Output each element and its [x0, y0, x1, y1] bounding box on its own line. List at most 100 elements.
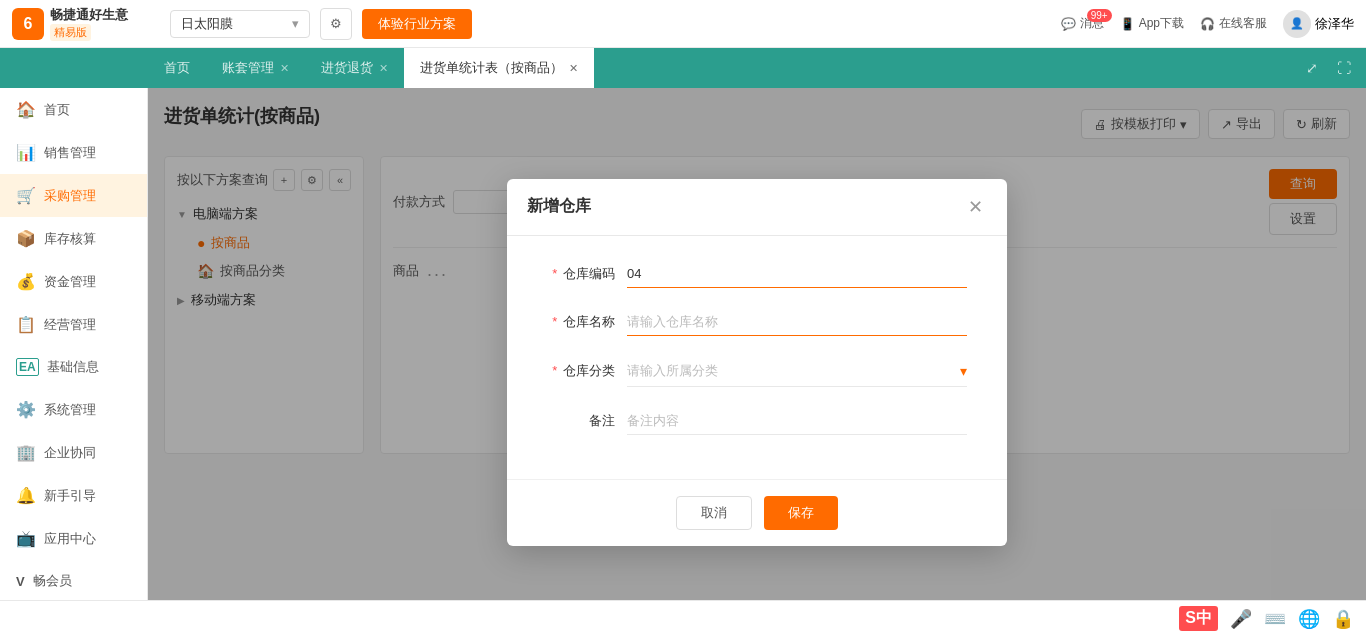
finance-icon: 💰	[16, 272, 36, 291]
keyboard-icon[interactable]: ⌨️	[1264, 608, 1286, 630]
tab-bar: 首页 账套管理 ✕ 进货退货 ✕ 进货单统计表（按商品） ✕ ⤢ ⛶	[0, 48, 1366, 88]
sales-icon: 📊	[16, 143, 36, 162]
online-service-label: 在线客服	[1219, 15, 1267, 32]
sidebar-item-app-center[interactable]: 📺 应用中心	[0, 517, 147, 560]
dialog-footer: 取消 保存	[507, 479, 1007, 546]
chevron-down-icon: ▾	[292, 16, 299, 31]
code-input[interactable]	[627, 260, 967, 288]
tab-purchase-return[interactable]: 进货退货 ✕	[305, 48, 404, 88]
dialog-close-button[interactable]: ✕	[963, 195, 987, 219]
message-icon: 💬	[1061, 17, 1076, 31]
sidebar-item-management[interactable]: 📋 经营管理	[0, 303, 147, 346]
dialog-header: 新增仓库 ✕	[507, 179, 1007, 236]
sidebar-item-vip[interactable]: V 畅会员	[0, 560, 147, 602]
category-select[interactable]: 请输入所属分类 ▾	[627, 356, 967, 387]
sidebar-label-basic-info: 基础信息	[47, 358, 99, 376]
mobile-icon: 📱	[1120, 17, 1135, 31]
tab-right-buttons: ⤢ ⛶	[1298, 54, 1366, 82]
logo-area: 6 畅捷通好生意 精易版	[12, 6, 160, 41]
store-selector[interactable]: 日太阳膜 ▾	[170, 10, 310, 38]
sidebar-label-vip: 畅会员	[33, 572, 72, 590]
basic-info-icon: EA	[16, 358, 39, 376]
headset-icon: 🎧	[1200, 17, 1215, 31]
app-download-item[interactable]: 📱 App下载	[1120, 15, 1184, 32]
sidebar-label-home: 首页	[44, 101, 70, 119]
logo-text: 畅捷通好生意 精易版	[50, 6, 128, 41]
microphone-icon[interactable]: 🎤	[1230, 608, 1252, 630]
guide-icon: 🔔	[16, 486, 36, 505]
category-label: 仓库分类	[547, 362, 627, 380]
code-label: 仓库编码	[547, 265, 627, 283]
category-arrow-icon: ▾	[960, 363, 967, 379]
bottom-bar: S中 🎤 ⌨️ 🌐 🔒	[0, 600, 1366, 636]
tab-restore-icon[interactable]: ⤢	[1298, 54, 1326, 82]
name-input[interactable]	[627, 308, 967, 336]
cancel-button[interactable]: 取消	[676, 496, 752, 530]
user-name: 徐泽华	[1315, 15, 1354, 33]
tab-purchase-stats[interactable]: 进货单统计表（按商品） ✕	[404, 48, 594, 88]
notifications-item[interactable]: 💬 消息 99+	[1061, 15, 1104, 32]
main-layout: 🏠 首页 📊 销售管理 🛒 采购管理 📦 库存核算 💰 资金管理 📋 经营管理 …	[0, 88, 1366, 636]
sidebar: 🏠 首页 📊 销售管理 🛒 采购管理 📦 库存核算 💰 资金管理 📋 经营管理 …	[0, 88, 148, 636]
name-label: 仓库名称	[547, 313, 627, 331]
sidebar-label-inventory: 库存核算	[44, 230, 96, 248]
remark-input[interactable]	[627, 407, 967, 435]
remark-label: 备注	[547, 412, 627, 430]
system-icon: ⚙️	[16, 400, 36, 419]
sidebar-label-guide: 新手引导	[44, 487, 96, 505]
store-name: 日太阳膜	[181, 15, 233, 33]
save-button[interactable]: 保存	[764, 496, 838, 530]
tab-account-close[interactable]: ✕	[280, 62, 289, 75]
tab-account[interactable]: 账套管理 ✕	[206, 48, 305, 88]
sidebar-item-finance[interactable]: 💰 资金管理	[0, 260, 147, 303]
form-row-remark: 备注	[547, 407, 967, 435]
tab-fullscreen-icon[interactable]: ⛶	[1330, 54, 1358, 82]
dialog-title: 新增仓库	[527, 196, 591, 217]
user-avatar: 👤	[1283, 10, 1311, 38]
s-icon[interactable]: S中	[1179, 606, 1218, 631]
tab-purchase-return-close[interactable]: ✕	[379, 62, 388, 75]
language-icon[interactable]: 🌐	[1298, 608, 1320, 630]
sidebar-item-sales[interactable]: 📊 销售管理	[0, 131, 147, 174]
sidebar-item-inventory[interactable]: 📦 库存核算	[0, 217, 147, 260]
online-service-item[interactable]: 🎧 在线客服	[1200, 15, 1267, 32]
tab-account-label: 账套管理	[222, 59, 274, 77]
tab-purchase-stats-label: 进货单统计表（按商品）	[420, 59, 563, 77]
tab-purchase-stats-close[interactable]: ✕	[569, 62, 578, 75]
modal-overlay: 新增仓库 ✕ 仓库编码 仓库名称	[148, 88, 1366, 636]
management-icon: 📋	[16, 315, 36, 334]
header-right: 💬 消息 99+ 📱 App下载 🎧 在线客服 👤 徐泽华	[1061, 10, 1354, 38]
inventory-icon: 📦	[16, 229, 36, 248]
vip-icon: V	[16, 574, 25, 589]
sidebar-item-guide[interactable]: 🔔 新手引导	[0, 474, 147, 517]
top-header: 6 畅捷通好生意 精易版 日太阳膜 ▾ ⚙ 体验行业方案 💬 消息 99+ 📱 …	[0, 0, 1366, 48]
tab-purchase-return-label: 进货退货	[321, 59, 373, 77]
settings-icon[interactable]: ⚙	[320, 8, 352, 40]
home-icon: 🏠	[16, 100, 36, 119]
sidebar-item-purchase[interactable]: 🛒 采购管理	[0, 174, 147, 217]
sidebar-label-enterprise: 企业协同	[44, 444, 96, 462]
tab-home[interactable]: 首页	[148, 48, 206, 88]
lock-icon[interactable]: 🔒	[1332, 608, 1354, 630]
form-row-code: 仓库编码	[547, 260, 967, 288]
dialog-body: 仓库编码 仓库名称 仓库分类	[507, 236, 1007, 479]
notifications-badge: 99+	[1087, 9, 1112, 22]
sidebar-label-system: 系统管理	[44, 401, 96, 419]
app-center-icon: 📺	[16, 529, 36, 548]
category-placeholder: 请输入所属分类	[627, 362, 718, 380]
sidebar-item-home[interactable]: 🏠 首页	[0, 88, 147, 131]
app-download-label: App下载	[1139, 15, 1184, 32]
user-area[interactable]: 👤 徐泽华	[1283, 10, 1354, 38]
tab-home-label: 首页	[164, 59, 190, 77]
dialog-new-warehouse: 新增仓库 ✕ 仓库编码 仓库名称	[507, 179, 1007, 546]
sidebar-label-finance: 资金管理	[44, 273, 96, 291]
trial-button[interactable]: 体验行业方案	[362, 9, 472, 39]
sidebar-label-app-center: 应用中心	[44, 530, 96, 548]
enterprise-icon: 🏢	[16, 443, 36, 462]
form-row-name: 仓库名称	[547, 308, 967, 336]
sidebar-item-system[interactable]: ⚙️ 系统管理	[0, 388, 147, 431]
sidebar-item-enterprise[interactable]: 🏢 企业协同	[0, 431, 147, 474]
sidebar-item-basic-info[interactable]: EA 基础信息	[0, 346, 147, 388]
logo-icon: 6	[12, 8, 44, 40]
content-area: 进货单统计(按商品) 🖨 按模板打印 ▾ ↗ 导出 ↻ 刷新	[148, 88, 1366, 636]
